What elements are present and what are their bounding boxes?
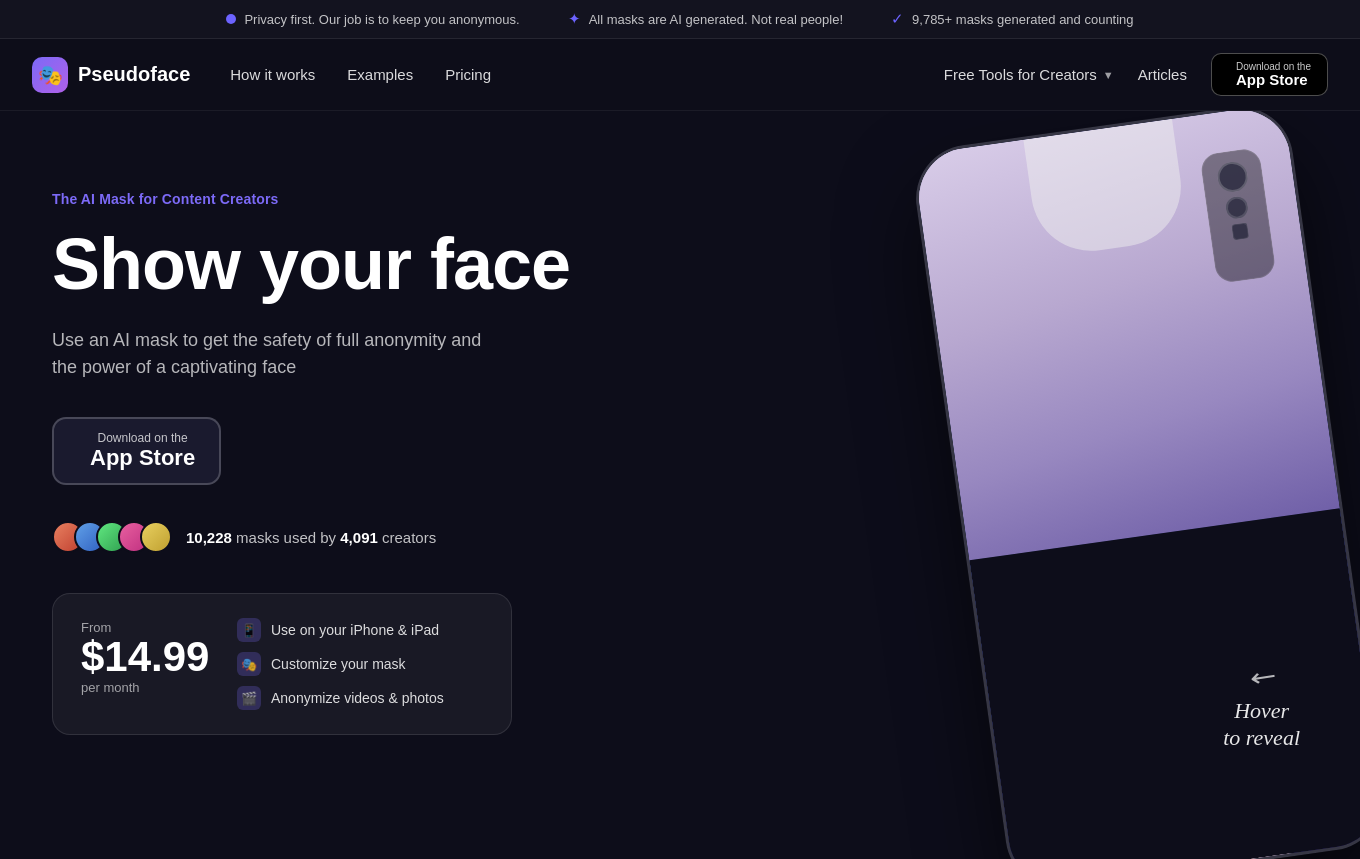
hero-download-on: Download on the: [90, 431, 195, 445]
pricing-from-label: From $14.99 per month: [81, 618, 221, 695]
articles-link[interactable]: Articles: [1138, 66, 1187, 83]
banner-privacy: Privacy first. Our job is to keep you an…: [226, 12, 519, 27]
download-on-label: Download on the: [1236, 61, 1311, 72]
hero-visual: ↙ Hover to reveal: [820, 131, 1360, 859]
check-icon: ✓: [891, 10, 904, 28]
feature-item-customize: 🎭 Customize your mask: [237, 652, 483, 676]
phone-mockup: ↙ Hover to reveal: [900, 131, 1320, 859]
hero-title: Show your face: [52, 227, 572, 303]
free-tools-dropdown[interactable]: Free Tools for Creators ▼: [944, 66, 1114, 83]
video-icon: 🎬: [237, 686, 261, 710]
privacy-dot-icon: [226, 14, 236, 24]
hero-app-store-button[interactable]: Download on the App Store: [52, 417, 221, 486]
feature-item-anonymize: 🎬 Anonymize videos & photos: [237, 686, 483, 710]
nav-link-how-it-works[interactable]: How it works: [230, 66, 315, 83]
banner-ai-masks: ✦ All masks are AI generated. Not real p…: [568, 10, 843, 28]
chevron-down-icon: ▼: [1103, 69, 1114, 81]
banner-count-text: 9,785+ masks generated and counting: [912, 12, 1134, 27]
nav-links: How it works Examples Pricing: [230, 66, 943, 83]
iphone-icon: 📱: [237, 618, 261, 642]
mask-icon: 🎭: [237, 652, 261, 676]
hero-btn-text: Download on the App Store: [90, 431, 195, 472]
nav-logo[interactable]: 🎭 Pseudoface: [32, 57, 190, 93]
sparkle-icon: ✦: [568, 10, 581, 28]
app-store-btn-text: Download on the App Store: [1236, 61, 1311, 89]
hero-tag: The AI Mask for Content Creators: [52, 191, 572, 207]
hover-text-2: to reveal: [1223, 725, 1300, 751]
feature-anonymize-label: Anonymize videos & photos: [271, 690, 444, 706]
navbar: 🎭 Pseudoface How it works Examples Prici…: [0, 39, 1360, 111]
hero-section: The AI Mask for Content Creators Show yo…: [0, 111, 1360, 859]
social-proof-text: 10,228 masks used by 4,091 creators: [186, 529, 436, 546]
social-proof: 10,228 masks used by 4,091 creators: [52, 521, 572, 553]
avatar: [140, 521, 172, 553]
face-area: [912, 111, 1339, 561]
free-tools-label: Free Tools for Creators: [944, 66, 1097, 83]
feature-customize-label: Customize your mask: [271, 656, 406, 672]
nav-link-pricing[interactable]: Pricing: [445, 66, 491, 83]
logo-text: Pseudoface: [78, 63, 190, 86]
feature-iphone-label: Use on your iPhone & iPad: [271, 622, 439, 638]
nav-app-store-button[interactable]: Download on the App Store: [1211, 53, 1328, 97]
hero-app-store-label: App Store: [90, 445, 195, 471]
logo-icon: 🎭: [32, 57, 68, 93]
masks-count: 10,228: [186, 529, 232, 546]
banner-privacy-text: Privacy first. Our job is to keep you an…: [244, 12, 519, 27]
hero-subtitle: Use an AI mask to get the safety of full…: [52, 327, 492, 381]
nav-right: Free Tools for Creators ▼ Articles Downl…: [944, 53, 1328, 97]
feature-item-iphone: 📱 Use on your iPhone & iPad: [237, 618, 483, 642]
hover-annotation: ↙ Hover to reveal: [1223, 659, 1300, 751]
banner-count: ✓ 9,785+ masks generated and counting: [891, 10, 1134, 28]
phone-bottom: [969, 508, 1360, 859]
creators-count: 4,091: [340, 529, 378, 546]
pricing-card: From $14.99 per month 📱 Use on your iPho…: [52, 593, 512, 735]
feature-list: 📱 Use on your iPhone & iPad 🎭 Customize …: [237, 618, 483, 710]
pricing-period: per month: [81, 680, 221, 695]
app-store-label: App Store: [1236, 72, 1311, 89]
pricing-amount: $14.99: [81, 636, 221, 678]
top-banner: Privacy first. Our job is to keep you an…: [0, 0, 1360, 39]
avatar-group: [52, 521, 172, 553]
hero-content: The AI Mask for Content Creators Show yo…: [52, 171, 572, 735]
nav-link-examples[interactable]: Examples: [347, 66, 413, 83]
banner-ai-text: All masks are AI generated. Not real peo…: [589, 12, 843, 27]
